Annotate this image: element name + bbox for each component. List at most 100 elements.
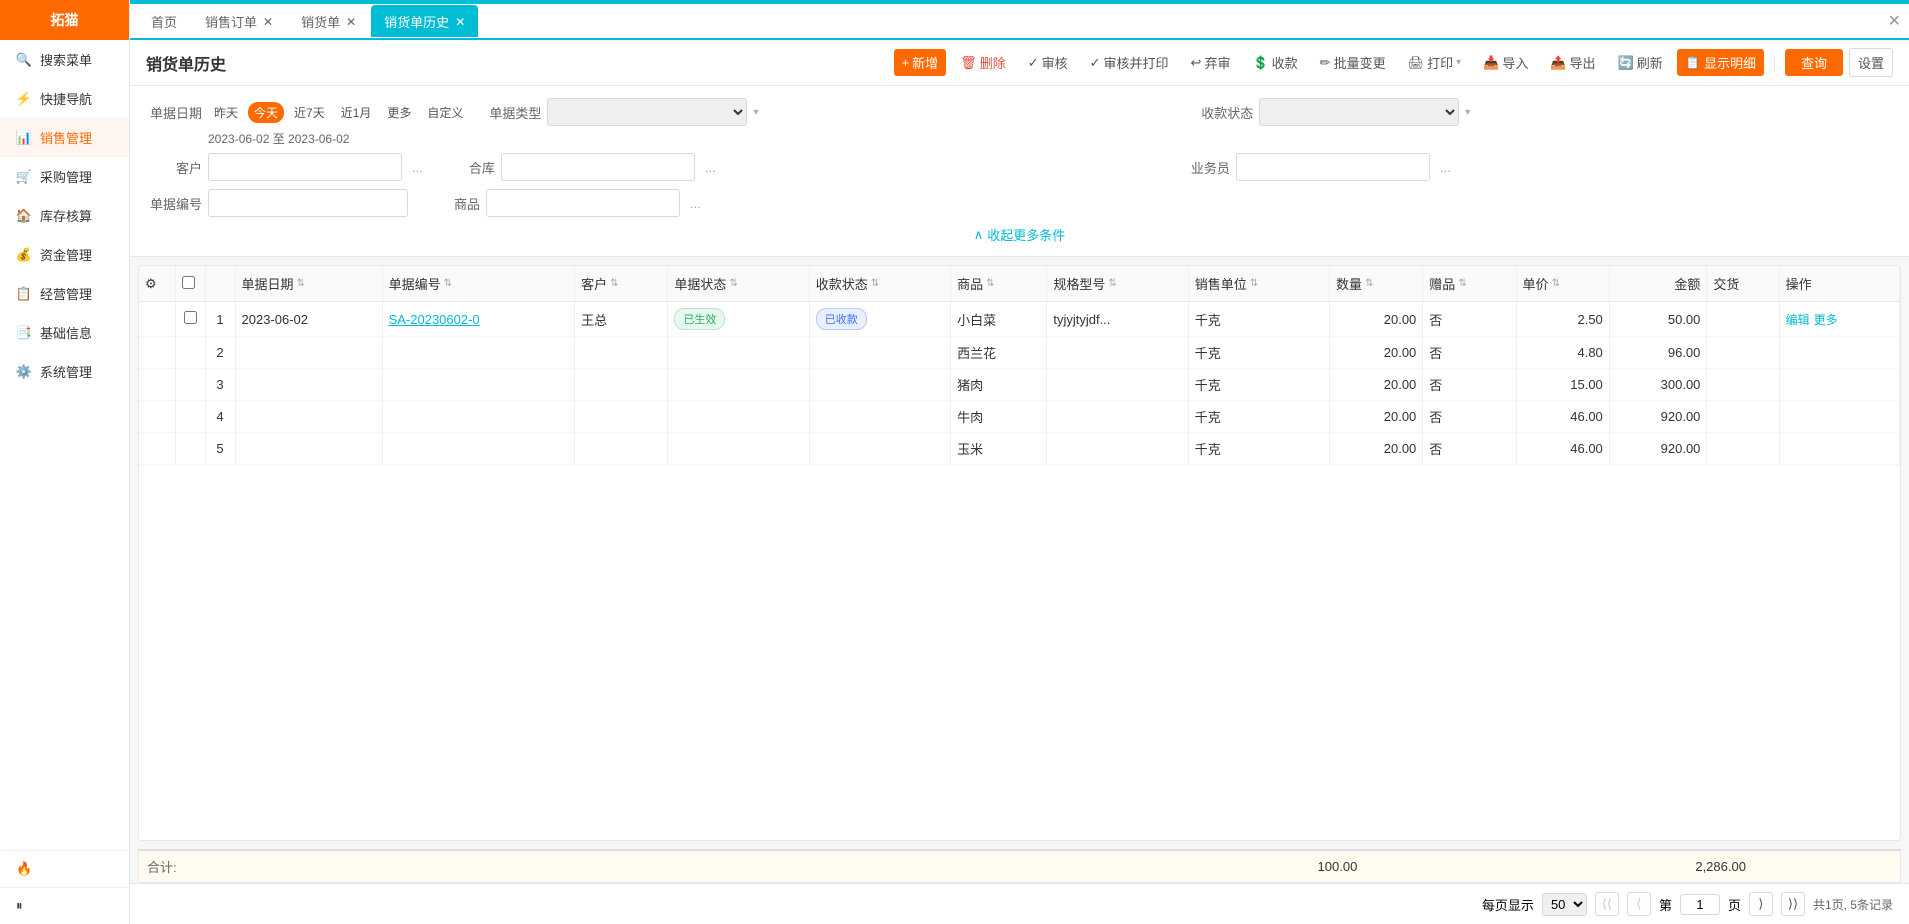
salesperson-dots[interactable]: ... xyxy=(1440,160,1451,175)
settings-button[interactable]: 设置 xyxy=(1849,48,1893,77)
th-unit-price[interactable]: 单价 ⇅ xyxy=(1516,266,1609,302)
warehouse-input[interactable] xyxy=(501,153,695,181)
tab-sales-history[interactable]: 销货单历史 ✕ xyxy=(371,5,478,37)
row-4-unit-price: 46.00 xyxy=(1516,401,1609,433)
sidebar-item-search-menu[interactable]: 🔍 搜索菜单 xyxy=(0,40,129,79)
tab-sales-order-close[interactable]: ✕ xyxy=(263,15,273,29)
prev-page-btn[interactable]: ⟨ xyxy=(1627,892,1651,916)
next-page-btn[interactable]: ⟩ xyxy=(1749,892,1773,916)
th-gift-label: 赠品 xyxy=(1429,274,1455,293)
sidebar-item-label: 销售管理 xyxy=(40,128,92,147)
row-1-doc-number-link[interactable]: SA-20230602-0 xyxy=(389,312,480,327)
system-icon: ⚙️ xyxy=(16,364,32,380)
warehouse-dots[interactable]: ... xyxy=(705,160,716,175)
th-customer[interactable]: 客户 ⇅ xyxy=(575,266,668,302)
th-goods[interactable]: 商品 ⇅ xyxy=(951,266,1047,302)
page-word: 第 xyxy=(1659,895,1672,914)
warehouse-label: 合库 xyxy=(439,158,495,177)
import-button[interactable]: 📥 导入 xyxy=(1475,49,1536,76)
date-btn-today[interactable]: 今天 xyxy=(248,102,284,123)
sidebar-item-finance[interactable]: 💰 资金管理 xyxy=(0,235,129,274)
print-button[interactable]: 🖨 打印 ▾ xyxy=(1400,49,1470,76)
audit-label: 审核 xyxy=(1042,53,1068,72)
th-quantity[interactable]: 数量 ⇅ xyxy=(1330,266,1423,302)
audit-button[interactable]: ✓ 审核 xyxy=(1020,49,1076,76)
sidebar-bottom-fire[interactable]: 🔥 xyxy=(0,850,129,887)
sidebar-item-system[interactable]: ⚙️ 系统管理 xyxy=(0,352,129,391)
row-1-transaction xyxy=(1707,302,1779,337)
date-btn-more[interactable]: 更多 xyxy=(381,102,417,123)
delete-button[interactable]: 🗑 删除 xyxy=(952,49,1014,76)
first-page-btn[interactable]: ⟨⟨ xyxy=(1595,892,1619,916)
row-1-more-btn[interactable]: 更多 xyxy=(1814,311,1838,328)
doc-type-select[interactable] xyxy=(547,98,747,126)
goods-input[interactable] xyxy=(486,189,680,217)
tab-sales-goods-close[interactable]: ✕ xyxy=(346,15,356,29)
export-button[interactable]: 📤 导出 xyxy=(1542,49,1603,76)
row-1-checkbox[interactable] xyxy=(184,311,197,324)
refresh-button[interactable]: 🔄 刷新 xyxy=(1610,49,1671,76)
sidebar-item-operations[interactable]: 📋 经营管理 xyxy=(0,274,129,313)
delete-icon: 🗑 xyxy=(960,55,977,71)
filter-row-date-range: 2023-06-02 至 2023-06-02 xyxy=(146,130,1893,147)
add-button[interactable]: + 新增 xyxy=(894,49,947,76)
sidebar-item-base-info[interactable]: 📑 基础信息 xyxy=(0,313,129,352)
date-btn-custom[interactable]: 自定义 xyxy=(421,102,469,123)
th-gift[interactable]: 赠品 ⇅ xyxy=(1423,266,1516,302)
date-btn-yesterday[interactable]: 昨天 xyxy=(208,102,244,123)
th-doc-number[interactable]: 单据编号 ⇅ xyxy=(382,266,575,302)
collapse-filters-button[interactable]: ∧ 收起更多条件 xyxy=(974,225,1066,244)
customer-input[interactable] xyxy=(208,153,402,181)
th-spec[interactable]: 规格型号 ⇅ xyxy=(1047,266,1188,302)
sidebar-bottom-pause[interactable]: ⏸ xyxy=(0,887,129,924)
row-1-doc-number[interactable]: SA-20230602-0 xyxy=(382,302,575,337)
abandon-icon: ↩ xyxy=(1191,55,1202,71)
batch-change-button[interactable]: ✏ 批量变更 xyxy=(1312,49,1394,76)
doc-number-input[interactable] xyxy=(208,189,408,217)
audit-print-button[interactable]: ✓ 审核并打印 xyxy=(1082,49,1177,76)
pause-icon: ⏸ xyxy=(16,898,23,914)
last-page-btn[interactable]: ⟩⟩ xyxy=(1781,892,1805,916)
sidebar-item-inventory[interactable]: 🏠 库存核算 xyxy=(0,196,129,235)
sidebar-item-quick-nav[interactable]: ⚡ 快捷导航 xyxy=(0,79,129,118)
doc-type-dropdown-icon: ▾ xyxy=(753,107,758,118)
th-unit-label: 销售单位 xyxy=(1195,274,1247,293)
th-settings[interactable]: ⚙ xyxy=(139,266,175,302)
audit-print-label: 审核并打印 xyxy=(1104,53,1169,72)
tab-sales-goods[interactable]: 销货单 ✕ xyxy=(288,5,369,37)
row-2-unit-price: 4.80 xyxy=(1516,337,1609,369)
goods-dots[interactable]: ... xyxy=(690,196,701,211)
row-checkbox-cell xyxy=(175,433,205,465)
tab-bar-end: ✕ xyxy=(1888,11,1901,31)
print-dropdown-icon: ▾ xyxy=(1456,57,1461,68)
sidebar-item-purchase-mgmt[interactable]: 🛒 采购管理 xyxy=(0,157,129,196)
row-1-goods: 小白菜 xyxy=(951,302,1047,337)
page-size-select[interactable]: 50 xyxy=(1542,893,1587,916)
row-1-gift: 否 xyxy=(1423,302,1516,337)
th-doc-status[interactable]: 单据状态 ⇅ xyxy=(668,266,809,302)
date-btn-1month[interactable]: 近1月 xyxy=(335,102,378,123)
salesperson-input[interactable] xyxy=(1236,153,1430,181)
page-input[interactable] xyxy=(1680,894,1720,915)
th-doc-date[interactable]: 单据日期 ⇅ xyxy=(235,266,382,302)
query-label: 查询 xyxy=(1801,53,1827,72)
select-all-checkbox[interactable] xyxy=(182,276,195,289)
row-1-unit-price: 2.50 xyxy=(1516,302,1609,337)
abandon-button[interactable]: ↩ 弃审 xyxy=(1183,49,1239,76)
window-close-icon[interactable]: ✕ xyxy=(1888,13,1901,30)
customer-dots[interactable]: ... xyxy=(412,160,423,175)
receipt-status-select[interactable] xyxy=(1259,98,1459,126)
tab-sales-order[interactable]: 销售订单 ✕ xyxy=(192,5,286,37)
date-btn-7days[interactable]: 近7天 xyxy=(288,102,331,123)
show-details-button[interactable]: 📋 显示明细 xyxy=(1677,49,1764,76)
receipt-button[interactable]: 💲 收款 xyxy=(1244,49,1305,76)
th-receipt-status[interactable]: 收款状态 ⇅ xyxy=(809,266,950,302)
tab-sales-history-close[interactable]: ✕ xyxy=(455,15,465,29)
query-button[interactable]: 查询 xyxy=(1785,49,1843,76)
row-1-num: 1 xyxy=(205,302,235,337)
tab-home[interactable]: 首页 xyxy=(138,5,190,37)
sidebar-item-sales-mgmt[interactable]: 📊 销售管理 xyxy=(0,118,129,157)
th-unit[interactable]: 销售单位 ⇅ xyxy=(1188,266,1329,302)
row-1-edit-btn[interactable]: 编辑 xyxy=(1786,311,1810,328)
filter-date: 单据日期 昨天 今天 近7天 近1月 更多 自定义 xyxy=(146,102,469,123)
